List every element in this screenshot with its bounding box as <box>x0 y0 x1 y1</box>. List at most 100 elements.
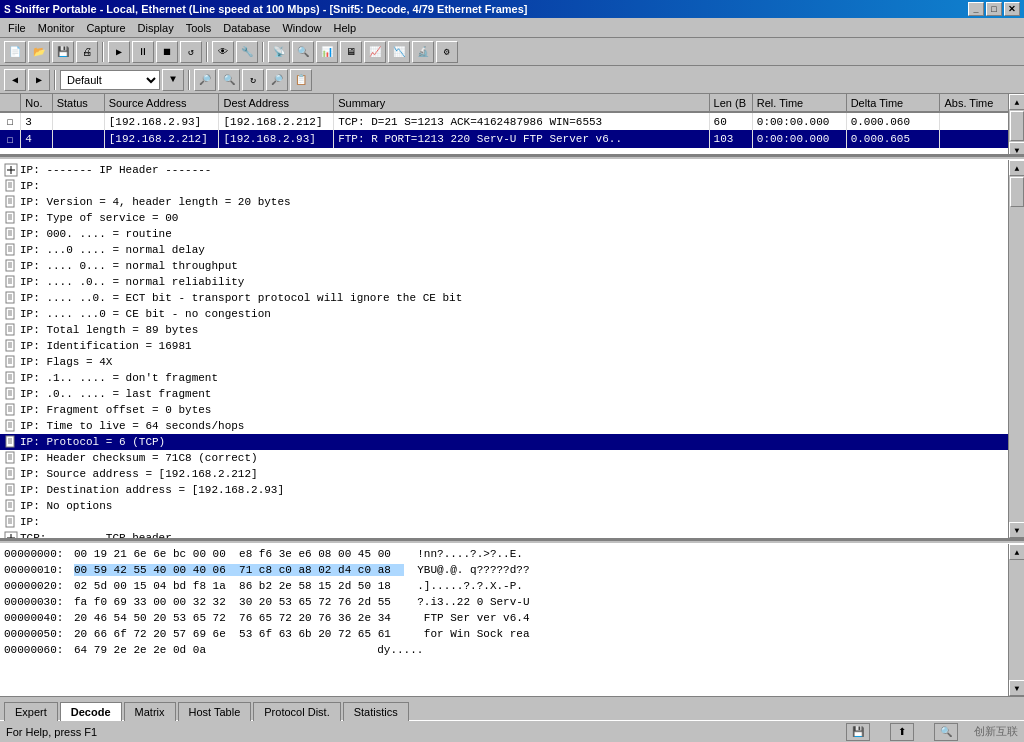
window-title: Sniffer Portable - Local, Ethernet (Line… <box>15 3 528 15</box>
col-deltatime: Delta Time <box>846 94 940 112</box>
decode-line[interactable]: IP: 000. .... = routine <box>0 226 1008 242</box>
tb-proto[interactable]: 📈 <box>364 41 386 63</box>
tb-host[interactable]: 🖥 <box>340 41 362 63</box>
decode-line[interactable]: IP: ------- IP Header ------- <box>0 162 1008 178</box>
hex-line: 00000000: 00 19 21 6e 6e bc 00 00 e8 f6 … <box>4 546 1004 562</box>
decode-scroll-down[interactable]: ▼ <box>1009 522 1024 538</box>
hex-line: 00000050: 20 66 6f 72 20 57 69 6e 53 6f … <box>4 626 1004 642</box>
filter-dropdown[interactable]: Default <box>60 70 160 90</box>
hex-panel: 00000000: 00 19 21 6e 6e bc 00 00 e8 f6 … <box>0 544 1024 696</box>
decode-scroll-track[interactable] <box>1009 176 1024 522</box>
tb-matrix[interactable]: 📊 <box>316 41 338 63</box>
tb-capture[interactable]: 📡 <box>268 41 290 63</box>
menu-item-capture[interactable]: Capture <box>80 20 131 36</box>
status-icon-2[interactable]: ⬆ <box>890 723 914 741</box>
status-icon-3[interactable]: 🔍 <box>934 723 958 741</box>
decode-line-text: IP: <box>20 516 40 528</box>
menu-item-display[interactable]: Display <box>132 20 180 36</box>
decode-line-text: IP: <box>20 180 40 192</box>
decode-scrollbar[interactable]: ▲ ▼ <box>1008 160 1024 538</box>
hex-addr: 00000030: <box>4 596 74 608</box>
tb-expert[interactable]: 👁 <box>212 41 234 63</box>
hex-scroll-track[interactable] <box>1009 560 1024 680</box>
tb-print[interactable]: 🖨 <box>76 41 98 63</box>
packet-table-body: ☐3[192.168.2.93][192.168.2.212]TCP: D=21… <box>0 112 1024 148</box>
menu-item-window[interactable]: Window <box>276 20 327 36</box>
tb2-fwd[interactable]: ▶ <box>28 69 50 91</box>
scroll-thumb[interactable] <box>1010 111 1024 141</box>
decode-line[interactable]: IP: Total length = 89 bytes <box>0 322 1008 338</box>
tb2-misc[interactable]: 📋 <box>290 69 312 91</box>
table-row[interactable]: ☐3[192.168.2.93][192.168.2.212]TCP: D=21… <box>0 112 1024 130</box>
decode-line[interactable]: IP: <box>0 178 1008 194</box>
sep3 <box>262 42 264 62</box>
tb2-dropdown-arrow[interactable]: ▼ <box>162 69 184 91</box>
tb-reset[interactable]: ↺ <box>180 41 202 63</box>
decode-line[interactable]: IP: .... ..0. = ECT bit - transport prot… <box>0 290 1008 306</box>
decode-line[interactable]: IP: .... .0.. = normal reliability <box>0 274 1008 290</box>
scroll-up[interactable]: ▲ <box>1009 94 1024 110</box>
tb-pause[interactable]: ⏸ <box>132 41 154 63</box>
table-row[interactable]: ☐4[192.168.2.212][192.168.2.93]FTP: R PO… <box>0 130 1024 148</box>
menu-item-database[interactable]: Database <box>217 20 276 36</box>
decode-scroll-up[interactable]: ▲ <box>1009 160 1024 176</box>
restore-button[interactable]: □ <box>986 2 1002 16</box>
decode-line[interactable]: IP: .0.. .... = last fragment <box>0 386 1008 402</box>
menu-item-file[interactable]: File <box>2 20 32 36</box>
minimize-button[interactable]: _ <box>968 2 984 16</box>
decode-scroll-thumb[interactable] <box>1010 177 1024 207</box>
decode-line[interactable]: IP: .... 0... = normal throughput <box>0 258 1008 274</box>
tab-protocol-dist.[interactable]: Protocol Dist. <box>253 702 340 721</box>
decode-line[interactable]: IP: Source address = [192.168.2.212] <box>0 466 1008 482</box>
hex-addr: 00000050: <box>4 628 74 640</box>
decode-line[interactable]: IP: Flags = 4X <box>0 354 1008 370</box>
decode-line[interactable]: IP: Type of service = 00 <box>0 210 1008 226</box>
tb-new[interactable]: 📄 <box>4 41 26 63</box>
tb-stats[interactable]: 📉 <box>388 41 410 63</box>
tb-stop[interactable]: ⏹ <box>156 41 178 63</box>
page-icon <box>4 435 18 449</box>
tab-host-table[interactable]: Host Table <box>178 702 252 721</box>
decode-line[interactable]: TCP: ------- TCP header ------- <box>0 530 1008 538</box>
hex-scroll-up[interactable]: ▲ <box>1009 544 1024 560</box>
menu-item-help[interactable]: Help <box>328 20 363 36</box>
table-scrollbar[interactable]: ▲ ▼ <box>1008 94 1024 154</box>
decode-line[interactable]: IP: .1.. .... = don't fragment <box>0 370 1008 386</box>
tb-misc1[interactable]: 🔬 <box>412 41 434 63</box>
tb-open[interactable]: 📂 <box>28 41 50 63</box>
decode-line[interactable]: IP: <box>0 514 1008 530</box>
decode-line[interactable]: IP: .... ...0 = CE bit - no congestion <box>0 306 1008 322</box>
tb2-back[interactable]: ◀ <box>4 69 26 91</box>
decode-line[interactable]: IP: ...0 .... = normal delay <box>0 242 1008 258</box>
decode-line[interactable]: IP: Time to live = 64 seconds/hops <box>0 418 1008 434</box>
menu-item-tools[interactable]: Tools <box>180 20 218 36</box>
close-button[interactable]: ✕ <box>1004 2 1020 16</box>
tb2-refresh[interactable]: ↻ <box>242 69 264 91</box>
tab-expert[interactable]: Expert <box>4 702 58 721</box>
scroll-down[interactable]: ▼ <box>1009 142 1024 156</box>
tb2-find[interactable]: 🔎 <box>266 69 288 91</box>
hex-scroll-down[interactable]: ▼ <box>1009 680 1024 696</box>
tb-filter[interactable]: 🔧 <box>236 41 258 63</box>
tab-decode[interactable]: Decode <box>60 702 122 721</box>
tb-start[interactable]: ▶ <box>108 41 130 63</box>
tb2-zoom-in[interactable]: 🔎 <box>194 69 216 91</box>
decode-line[interactable]: IP: Header checksum = 71C8 (correct) <box>0 450 1008 466</box>
scroll-track[interactable] <box>1009 111 1024 141</box>
tb-save[interactable]: 💾 <box>52 41 74 63</box>
decode-line[interactable]: IP: Identification = 16981 <box>0 338 1008 354</box>
status-icon-1[interactable]: 💾 <box>846 723 870 741</box>
decode-line[interactable]: IP: Protocol = 6 (TCP) <box>0 434 1008 450</box>
tb-decode[interactable]: 🔍 <box>292 41 314 63</box>
menu-item-monitor[interactable]: Monitor <box>32 20 81 36</box>
tb2-zoom-out[interactable]: 🔍 <box>218 69 240 91</box>
table-cell: 0.000.605 <box>846 130 940 148</box>
tb-misc2[interactable]: ⚙ <box>436 41 458 63</box>
decode-line[interactable]: IP: Version = 4, header length = 20 byte… <box>0 194 1008 210</box>
tab-statistics[interactable]: Statistics <box>343 702 409 721</box>
decode-line[interactable]: IP: Destination address = [192.168.2.93] <box>0 482 1008 498</box>
decode-line[interactable]: IP: Fragment offset = 0 bytes <box>0 402 1008 418</box>
hex-scrollbar[interactable]: ▲ ▼ <box>1008 544 1024 696</box>
decode-line[interactable]: IP: No options <box>0 498 1008 514</box>
tab-matrix[interactable]: Matrix <box>124 702 176 721</box>
